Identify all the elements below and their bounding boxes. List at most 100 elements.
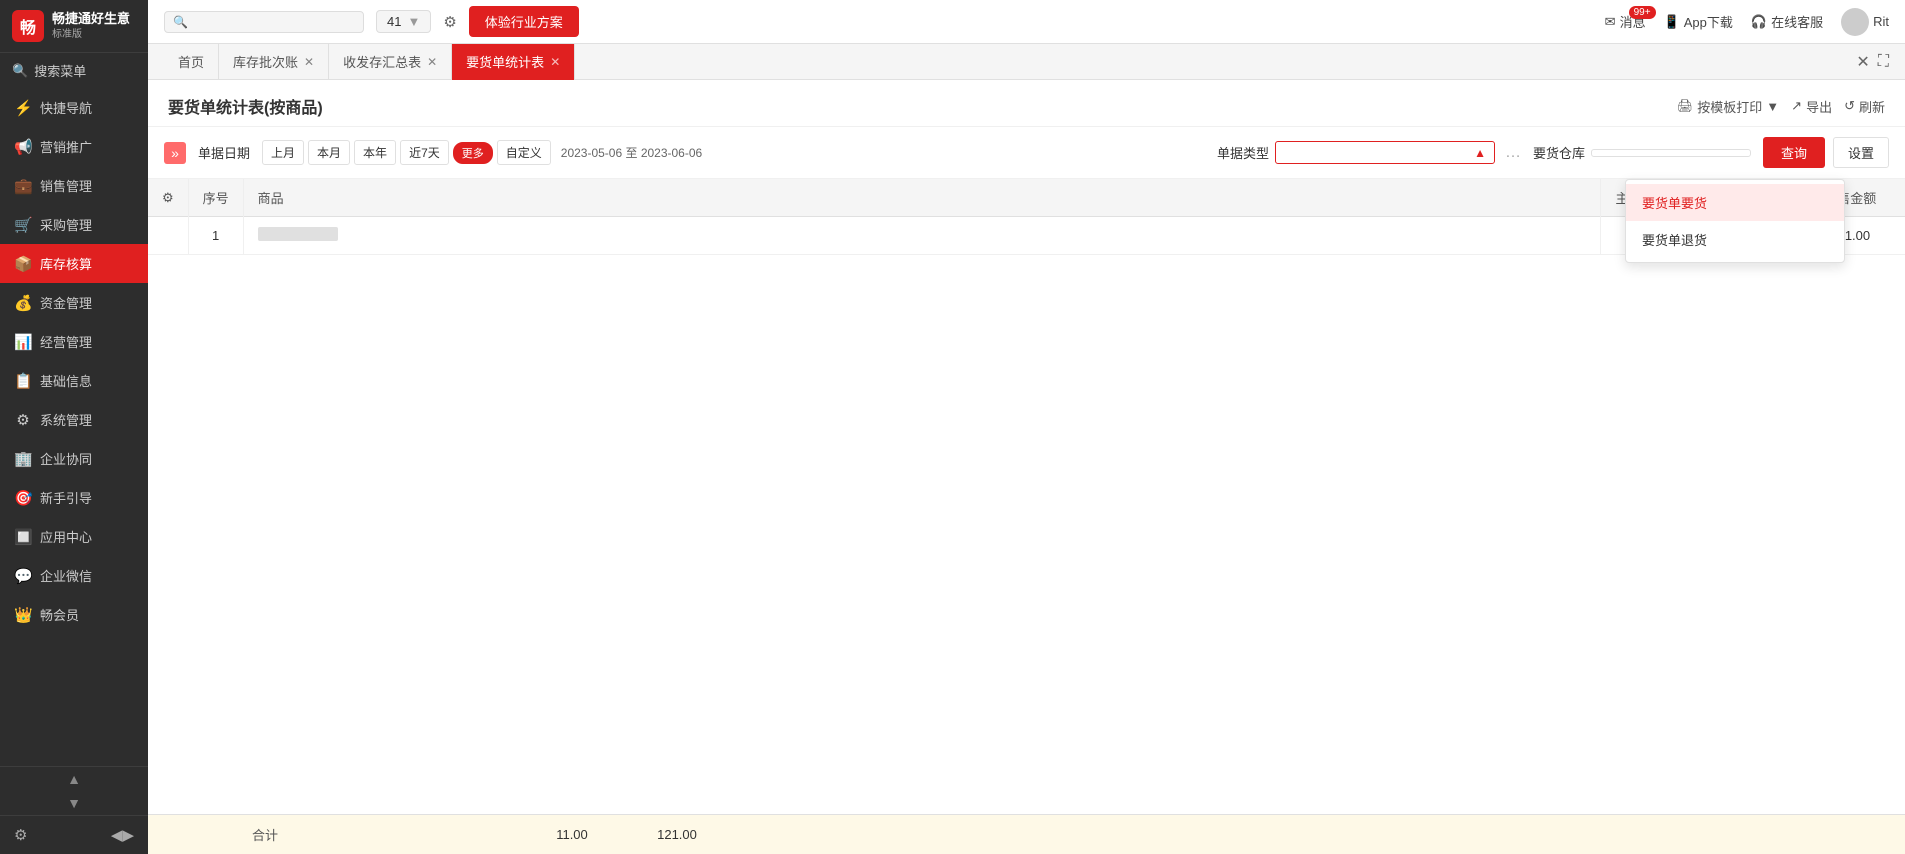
footer-total-label: 合计 — [252, 828, 278, 843]
page-content: 要货单统计表(按商品) 🖨 按模板打印 ▼ ↗ 导出 ↺ 刷新 » — [148, 80, 1905, 854]
type-filter-group: 单据类型 ▲ … — [1217, 141, 1521, 164]
row-product-0 — [243, 217, 1601, 255]
sidebar-item-guide[interactable]: 🎯新手引导 — [0, 478, 148, 517]
scroll-down-indicator[interactable]: ▼ — [67, 795, 81, 811]
refresh-btn[interactable]: ↺ 刷新 — [1844, 97, 1885, 116]
tab-label-inventory-batch: 库存批次账 — [233, 52, 298, 71]
tab-label-home: 首页 — [178, 52, 204, 71]
sidebar-icon-marketing: 📢 — [14, 138, 32, 156]
sidebar-item-system[interactable]: ⚙系统管理 — [0, 400, 148, 439]
sidebar-item-wechat[interactable]: 💬企业微信 — [0, 556, 148, 595]
table-footer: 合计 11.00 121.00 — [148, 814, 1905, 854]
print-template-btn[interactable]: 🖨 按模板打印 ▼ — [1677, 97, 1779, 116]
sidebar-item-member[interactable]: 👑畅会员 — [0, 595, 148, 634]
tab-expand-icon[interactable]: ⛶ — [1878, 53, 1889, 71]
sidebar-icon-sales: 💼 — [14, 177, 32, 195]
more-dates-btn[interactable]: 更多 — [453, 142, 493, 164]
app-download-item[interactable]: 📱 App下载 — [1664, 12, 1733, 31]
user-avatar-item[interactable]: Rit — [1841, 8, 1889, 36]
filter-expand-btn[interactable]: » — [164, 142, 186, 164]
user-avatar — [1841, 8, 1869, 36]
tab-home[interactable]: 首页 — [164, 44, 219, 80]
type-select-box[interactable]: ▲ — [1275, 141, 1495, 164]
row-no-0: 1 — [188, 217, 243, 255]
type-select-input[interactable] — [1284, 145, 1468, 160]
topbar-search-box[interactable]: 🔍 — [164, 11, 364, 33]
custom-date-btn[interactable]: 自定义 — [497, 140, 551, 165]
message-item[interactable]: ✉ 消息 99+ — [1605, 12, 1646, 31]
tag-dropdown-icon: ▼ — [407, 14, 420, 29]
support-item[interactable]: 🎧 在线客服 — [1751, 12, 1823, 31]
sidebar-label-inventory: 库存核算 — [40, 254, 92, 273]
settings-col-icon[interactable]: ⚙ — [162, 190, 174, 205]
tab-close-requisition-stat[interactable]: ✕ — [550, 55, 560, 69]
query-button[interactable]: 查询 — [1763, 137, 1825, 168]
tab-close-inventory-batch[interactable]: ✕ — [304, 55, 314, 69]
sidebar-logo: 畅 畅捷通好生意 标准版 — [0, 0, 148, 53]
topbar-search-icon: 🔍 — [173, 15, 188, 29]
col-settings-header: ⚙ — [148, 179, 188, 217]
main-area: 🔍 41 ▼ ⚙ 体验行业方案 ✉ 消息 99+ 📱 App下载 🎧 在线客服 — [148, 0, 1905, 854]
dropdown-item-requisition-return[interactable]: 要货单退货 — [1626, 221, 1844, 258]
sidebar-item-sales[interactable]: 💼 销售管理 — [0, 166, 148, 205]
tab-label-requisition-stat: 要货单统计表 — [466, 52, 544, 71]
sidebar-item-app-center[interactable]: 🔲应用中心 — [0, 517, 148, 556]
date-options-group: 上月 本月 本年 近7天 更多 自定义 2023-05-06 至 2023-06… — [262, 140, 702, 165]
footer-quantity: 11.00 — [522, 827, 622, 842]
export-btn[interactable]: ↗ 导出 — [1791, 97, 1832, 116]
warehouse-select-box[interactable] — [1591, 149, 1751, 157]
sidebar-label-finance: 资金管理 — [40, 293, 92, 312]
sidebar-item-inventory[interactable]: 📦库存核算 — [0, 244, 148, 283]
sidebar-search[interactable]: 🔍 搜索菜单 — [0, 53, 148, 88]
sidebar-icon-member: 👑 — [14, 606, 32, 624]
this-month-btn[interactable]: 本月 — [308, 140, 350, 165]
dropdown-item-requisition-order[interactable]: 要货单要货 — [1626, 184, 1844, 221]
print-dropdown-icon: ▼ — [1766, 99, 1779, 114]
user-name: Rit — [1873, 14, 1889, 29]
sidebar-item-marketing[interactable]: 📢 营销推广 — [0, 127, 148, 166]
table-wrapper[interactable]: ⚙ 序号 商品 主计量单位 主数量 零售金额 1 块 11. — [148, 179, 1905, 814]
date-range-display: 2023-05-06 至 2023-06-06 — [561, 144, 702, 161]
warehouse-label: 要货仓库 — [1533, 143, 1585, 162]
app-logo-icon: 畅 — [12, 10, 44, 42]
tab-close-receivable-summary[interactable]: ✕ — [427, 55, 437, 69]
sidebar-item-operations[interactable]: 📊经营管理 — [0, 322, 148, 361]
last-month-btn[interactable]: 上月 — [262, 140, 304, 165]
sidebar-label-sales: 销售管理 — [40, 176, 92, 195]
export-icon: ↗ — [1791, 98, 1802, 114]
type-select-arrow: ▲ — [1474, 146, 1486, 160]
settings-icon[interactable]: ⚙ — [14, 826, 27, 844]
page-header: 要货单统计表(按商品) 🖨 按模板打印 ▼ ↗ 导出 ↺ 刷新 — [148, 80, 1905, 127]
scroll-up-indicator[interactable]: ▲ — [67, 771, 81, 787]
tab-close-all-icon[interactable]: ✕ — [1856, 52, 1869, 72]
sidebar-item-enterprise[interactable]: 🏢企业协同 — [0, 439, 148, 478]
app-logo-text: 畅捷通好生意 标准版 — [52, 11, 130, 41]
support-label: 在线客服 — [1771, 12, 1823, 31]
this-year-btn[interactable]: 本年 — [354, 140, 396, 165]
sidebar-label-purchase: 采购管理 — [40, 215, 92, 234]
trial-button[interactable]: 体验行业方案 — [469, 6, 579, 37]
sidebar-item-basic-info[interactable]: 📋基础信息 — [0, 361, 148, 400]
tabs-bar-actions: ✕ ⛶ — [1856, 52, 1889, 72]
tab-requisition-stat[interactable]: 要货单统计表 ✕ — [452, 44, 575, 80]
sidebar-item-finance[interactable]: 💰 资金管理 — [0, 283, 148, 322]
type-more-btn[interactable]: … — [1505, 144, 1521, 162]
sidebar-icon-system: ⚙ — [14, 411, 32, 429]
tab-receivable-summary[interactable]: 收发存汇总表 ✕ — [329, 44, 452, 80]
search-icon: 🔍 — [12, 63, 28, 79]
sidebar-label-wechat: 企业微信 — [40, 566, 92, 585]
sidebar-label-app-center: 应用中心 — [40, 527, 92, 546]
topbar-gear-icon[interactable]: ⚙ — [443, 13, 456, 31]
sidebar-item-purchase[interactable]: 🛒采购管理 — [0, 205, 148, 244]
tab-inventory-batch[interactable]: 库存批次账 ✕ — [219, 44, 329, 80]
product-placeholder-0 — [258, 227, 338, 241]
sidebar-label-marketing: 营销推广 — [40, 137, 92, 156]
settings-button[interactable]: 设置 — [1833, 137, 1889, 168]
filter-bar: » 单据日期 上月 本月 本年 近7天 更多 自定义 2023-05-06 至 … — [148, 127, 1905, 179]
collapse-icon[interactable]: ◀▶ — [111, 826, 134, 844]
sidebar-footer: ⚙ ◀▶ — [0, 815, 148, 854]
sidebar-item-quick-nav[interactable]: ⚡快捷导航 — [0, 88, 148, 127]
last-7days-btn[interactable]: 近7天 — [400, 140, 449, 165]
topbar-tag-number[interactable]: 41 ▼ — [376, 10, 431, 33]
sidebar-icon-finance: 💰 — [14, 294, 32, 312]
